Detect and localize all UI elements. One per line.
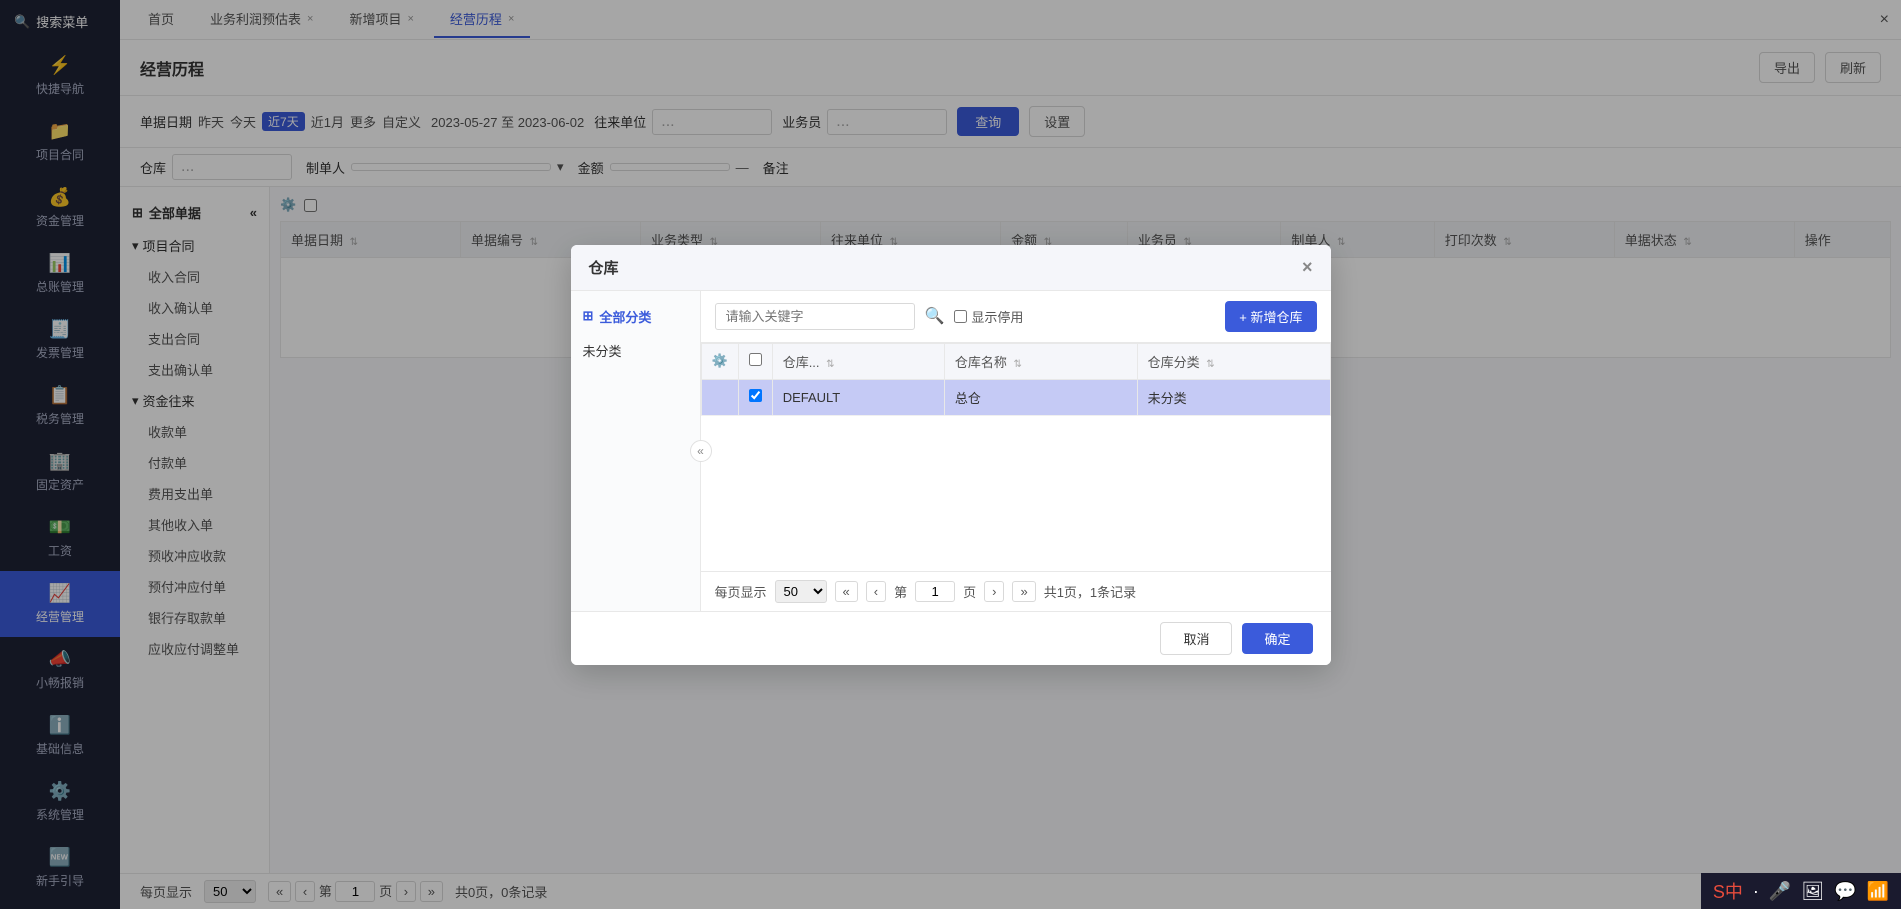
- dialog-cancel-btn[interactable]: 取消: [1160, 622, 1232, 655]
- dialog-toolbar: 🔍 显示停用 + 新增仓库: [701, 291, 1331, 343]
- dialog-table-wrap: ⚙️ 仓库... ⇅ 仓库名称 ⇅ 仓库分类 ⇅: [701, 343, 1331, 571]
- dialog-actions: 取消 确定: [571, 611, 1331, 665]
- dialog-close-btn[interactable]: ×: [1302, 257, 1313, 278]
- dialog-title: 仓库: [589, 257, 619, 278]
- dialog-overlay: 仓库 × ⊞ 全部分类 未分类 « 🔍: [0, 0, 1901, 909]
- row-category-cell: 未分类: [1137, 379, 1330, 415]
- dialog-next-btn[interactable]: ›: [984, 581, 1004, 602]
- dialog-page-input[interactable]: [915, 581, 955, 602]
- taskbar-mic-icon[interactable]: 🎤: [1769, 881, 1791, 902]
- row-code-cell: DEFAULT: [772, 379, 944, 415]
- dialog-table: ⚙️ 仓库... ⇅ 仓库名称 ⇅ 仓库分类 ⇅: [701, 343, 1331, 416]
- dialog-all-categories-label: 全部分类: [599, 307, 651, 326]
- taskbar: S中 · 🎤 🖼 💬 📶: [1701, 873, 1901, 909]
- dialog-col-category: 仓库分类 ⇅: [1137, 343, 1330, 379]
- dialog-page-unit: 页: [963, 582, 976, 601]
- dialog-col-code: 仓库... ⇅: [772, 343, 944, 379]
- grid-dialog-icon: ⊞: [583, 308, 594, 324]
- dialog-add-warehouse-btn[interactable]: + 新增仓库: [1225, 301, 1316, 332]
- dialog-search-btn[interactable]: 🔍: [925, 306, 945, 326]
- dialog-left-panel: ⊞ 全部分类 未分类 «: [571, 291, 701, 611]
- taskbar-signal-icon: 📶: [1867, 881, 1889, 902]
- dialog-col-settings: ⚙️: [701, 343, 738, 379]
- dialog-page-size-label: 每页显示: [715, 582, 767, 601]
- dialog-confirm-btn[interactable]: 确定: [1242, 623, 1312, 654]
- dialog-col-name: 仓库名称 ⇅: [944, 343, 1137, 379]
- row-name-cell: 总仓: [944, 379, 1137, 415]
- dialog-first-btn[interactable]: «: [835, 581, 858, 602]
- taskbar-dot: ·: [1753, 881, 1759, 902]
- dialog-select-all[interactable]: [749, 353, 762, 366]
- taskbar-chat-icon[interactable]: 💬: [1834, 881, 1856, 902]
- dialog-page-size-select[interactable]: 50 100: [775, 580, 827, 603]
- dialog-left-collapse-btn[interactable]: «: [690, 440, 712, 462]
- dialog-col-checkbox: [738, 343, 772, 379]
- warehouse-dialog: 仓库 × ⊞ 全部分类 未分类 « 🔍: [571, 245, 1331, 665]
- dialog-show-disabled-checkbox[interactable]: [954, 310, 967, 323]
- dialog-pagination: 每页显示 50 100 « ‹ 第 页 › » 共1页，1条记录: [701, 571, 1331, 611]
- dialog-total-info: 共1页，1条记录: [1044, 582, 1136, 601]
- dialog-show-disabled-label[interactable]: 显示停用: [954, 307, 1023, 326]
- dialog-header: 仓库 ×: [571, 245, 1331, 291]
- dialog-search-input[interactable]: [715, 303, 915, 330]
- table-row[interactable]: DEFAULT 总仓 未分类: [701, 379, 1330, 415]
- dialog-all-categories[interactable]: ⊞ 全部分类: [571, 299, 700, 334]
- dialog-right-panel: 🔍 显示停用 + 新增仓库 ⚙️ 仓库... ⇅: [701, 291, 1331, 611]
- dialog-category-uncategorized[interactable]: 未分类: [571, 334, 700, 367]
- dialog-page-label: 第: [894, 582, 907, 601]
- row-settings-cell: [701, 379, 738, 415]
- dialog-body: ⊞ 全部分类 未分类 « 🔍 显示停用 + 新增仓库: [571, 291, 1331, 611]
- row-checkbox[interactable]: [749, 389, 762, 402]
- dialog-prev-btn[interactable]: ‹: [866, 581, 886, 602]
- row-checkbox-cell: [738, 379, 772, 415]
- taskbar-logo: S中: [1713, 878, 1743, 904]
- dialog-last-btn[interactable]: »: [1012, 581, 1035, 602]
- taskbar-image-icon[interactable]: 🖼: [1801, 881, 1824, 902]
